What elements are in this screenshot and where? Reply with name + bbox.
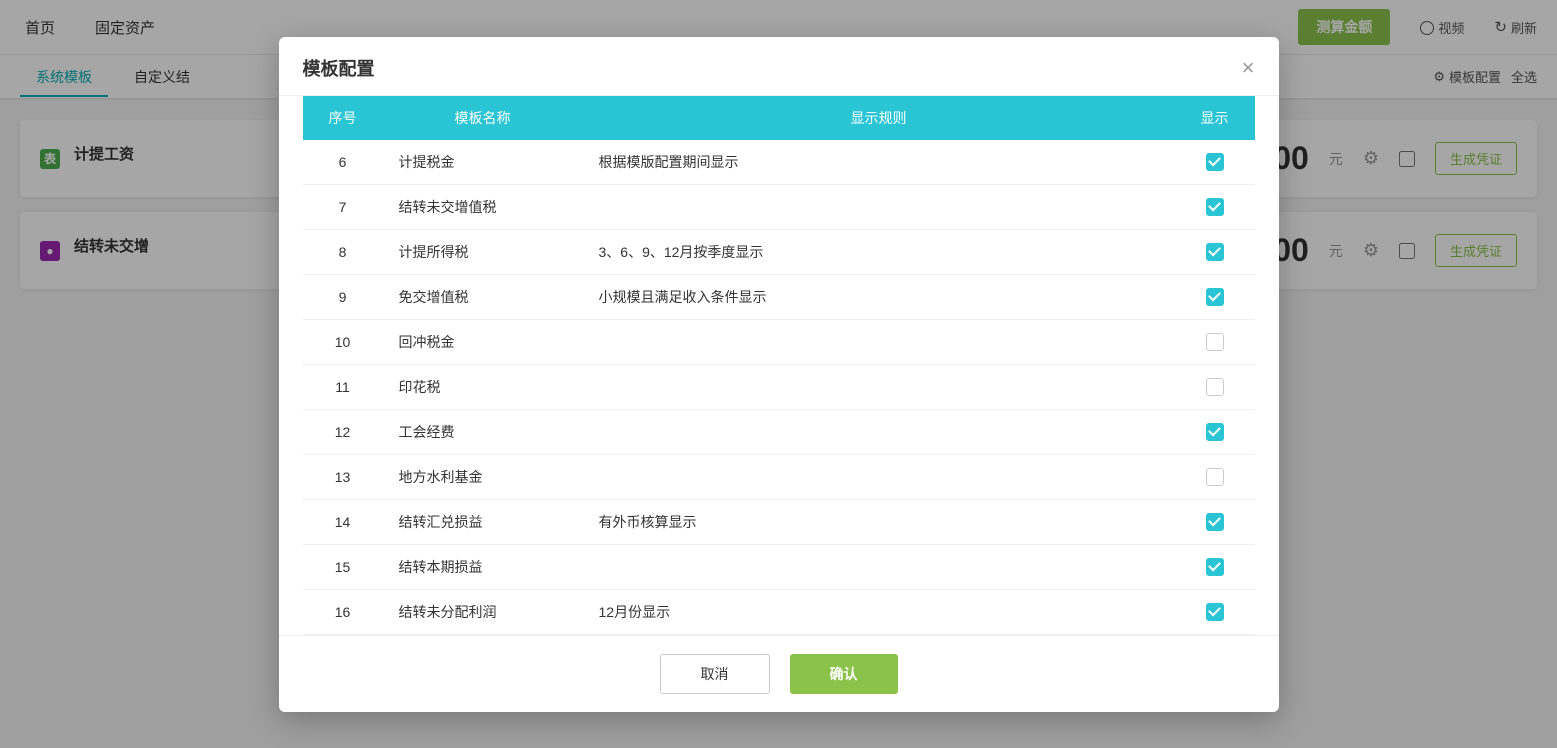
cell-checkbox — [1175, 184, 1255, 229]
cell-rule: 小规模且满足收入条件显示 — [583, 274, 1175, 319]
table-row: 11印花税 — [303, 364, 1255, 409]
cell-rule: 3、6、9、12月按季度显示 — [583, 229, 1175, 274]
table-row: 14结转汇兑损益有外币核算显示 — [303, 499, 1255, 544]
cell-checkbox — [1175, 409, 1255, 454]
col-name: 模板名称 — [383, 96, 583, 140]
row-checkbox[interactable] — [1206, 558, 1224, 576]
cell-rule — [583, 184, 1175, 229]
cell-rule: 有外币核算显示 — [583, 499, 1175, 544]
row-checkbox[interactable] — [1206, 243, 1224, 261]
cell-index: 15 — [303, 544, 383, 589]
cell-checkbox — [1175, 229, 1255, 274]
cell-checkbox — [1175, 454, 1255, 499]
cell-name: 地方水利基金 — [383, 454, 583, 499]
table-body: 6计提税金根据模版配置期间显示7结转未交增值税8计提所得税3、6、9、12月按季… — [303, 140, 1255, 635]
cell-name: 回冲税金 — [383, 319, 583, 364]
cell-name: 计提税金 — [383, 140, 583, 185]
cell-checkbox — [1175, 274, 1255, 319]
cell-checkbox — [1175, 589, 1255, 634]
col-rule: 显示规则 — [583, 96, 1175, 140]
table-row: 15结转本期损益 — [303, 544, 1255, 589]
row-checkbox[interactable] — [1206, 603, 1224, 621]
table-row: 13地方水利基金 — [303, 454, 1255, 499]
table-row: 16结转未分配利润12月份显示 — [303, 589, 1255, 634]
row-checkbox[interactable] — [1206, 423, 1224, 441]
cell-checkbox — [1175, 364, 1255, 409]
table-row: 12工会经费 — [303, 409, 1255, 454]
modal-header: 模板配置 × — [279, 37, 1279, 96]
cell-rule — [583, 319, 1175, 364]
cell-name: 结转本期损益 — [383, 544, 583, 589]
modal-overlay: 模板配置 × 序号 模板名称 显示规则 显示 6计提税金根据模版配置期间显示7结… — [0, 0, 1557, 748]
cell-name: 工会经费 — [383, 409, 583, 454]
cell-index: 14 — [303, 499, 383, 544]
row-checkbox[interactable] — [1206, 513, 1224, 531]
cell-checkbox — [1175, 544, 1255, 589]
cell-rule: 12月份显示 — [583, 589, 1175, 634]
row-checkbox[interactable] — [1206, 378, 1224, 396]
cell-index: 6 — [303, 140, 383, 185]
config-table: 序号 模板名称 显示规则 显示 6计提税金根据模版配置期间显示7结转未交增值税8… — [303, 96, 1255, 635]
cell-rule — [583, 454, 1175, 499]
table-row: 8计提所得税3、6、9、12月按季度显示 — [303, 229, 1255, 274]
cell-rule — [583, 409, 1175, 454]
cell-index: 7 — [303, 184, 383, 229]
cell-name: 计提所得税 — [383, 229, 583, 274]
modal-title: 模板配置 — [303, 55, 375, 81]
confirm-button[interactable]: 确认 — [790, 654, 898, 694]
cell-rule: 根据模版配置期间显示 — [583, 140, 1175, 185]
col-display: 显示 — [1175, 96, 1255, 140]
table-header: 序号 模板名称 显示规则 显示 — [303, 96, 1255, 140]
row-checkbox[interactable] — [1206, 288, 1224, 306]
cell-name: 印花税 — [383, 364, 583, 409]
row-checkbox[interactable] — [1206, 468, 1224, 486]
cell-name: 结转未交增值税 — [383, 184, 583, 229]
modal-close-button[interactable]: × — [1242, 57, 1255, 79]
row-checkbox[interactable] — [1206, 153, 1224, 171]
cell-index: 8 — [303, 229, 383, 274]
cell-index: 12 — [303, 409, 383, 454]
row-checkbox[interactable] — [1206, 198, 1224, 216]
cancel-button[interactable]: 取消 — [660, 654, 770, 694]
cell-index: 16 — [303, 589, 383, 634]
table-row: 10回冲税金 — [303, 319, 1255, 364]
cell-checkbox — [1175, 140, 1255, 185]
table-row: 6计提税金根据模版配置期间显示 — [303, 140, 1255, 185]
cell-name: 结转汇兑损益 — [383, 499, 583, 544]
table-row: 7结转未交增值税 — [303, 184, 1255, 229]
cell-index: 13 — [303, 454, 383, 499]
modal-body: 序号 模板名称 显示规则 显示 6计提税金根据模版配置期间显示7结转未交增值税8… — [279, 96, 1279, 635]
cell-checkbox — [1175, 319, 1255, 364]
cell-rule — [583, 544, 1175, 589]
cell-checkbox — [1175, 499, 1255, 544]
cell-index: 11 — [303, 364, 383, 409]
modal-template-config: 模板配置 × 序号 模板名称 显示规则 显示 6计提税金根据模版配置期间显示7结… — [279, 37, 1279, 712]
modal-footer: 取消 确认 — [279, 635, 1279, 712]
cell-rule — [583, 364, 1175, 409]
cell-name: 免交增值税 — [383, 274, 583, 319]
cell-index: 9 — [303, 274, 383, 319]
cell-name: 结转未分配利润 — [383, 589, 583, 634]
row-checkbox[interactable] — [1206, 333, 1224, 351]
col-index: 序号 — [303, 96, 383, 140]
table-row: 9免交增值税小规模且满足收入条件显示 — [303, 274, 1255, 319]
cell-index: 10 — [303, 319, 383, 364]
